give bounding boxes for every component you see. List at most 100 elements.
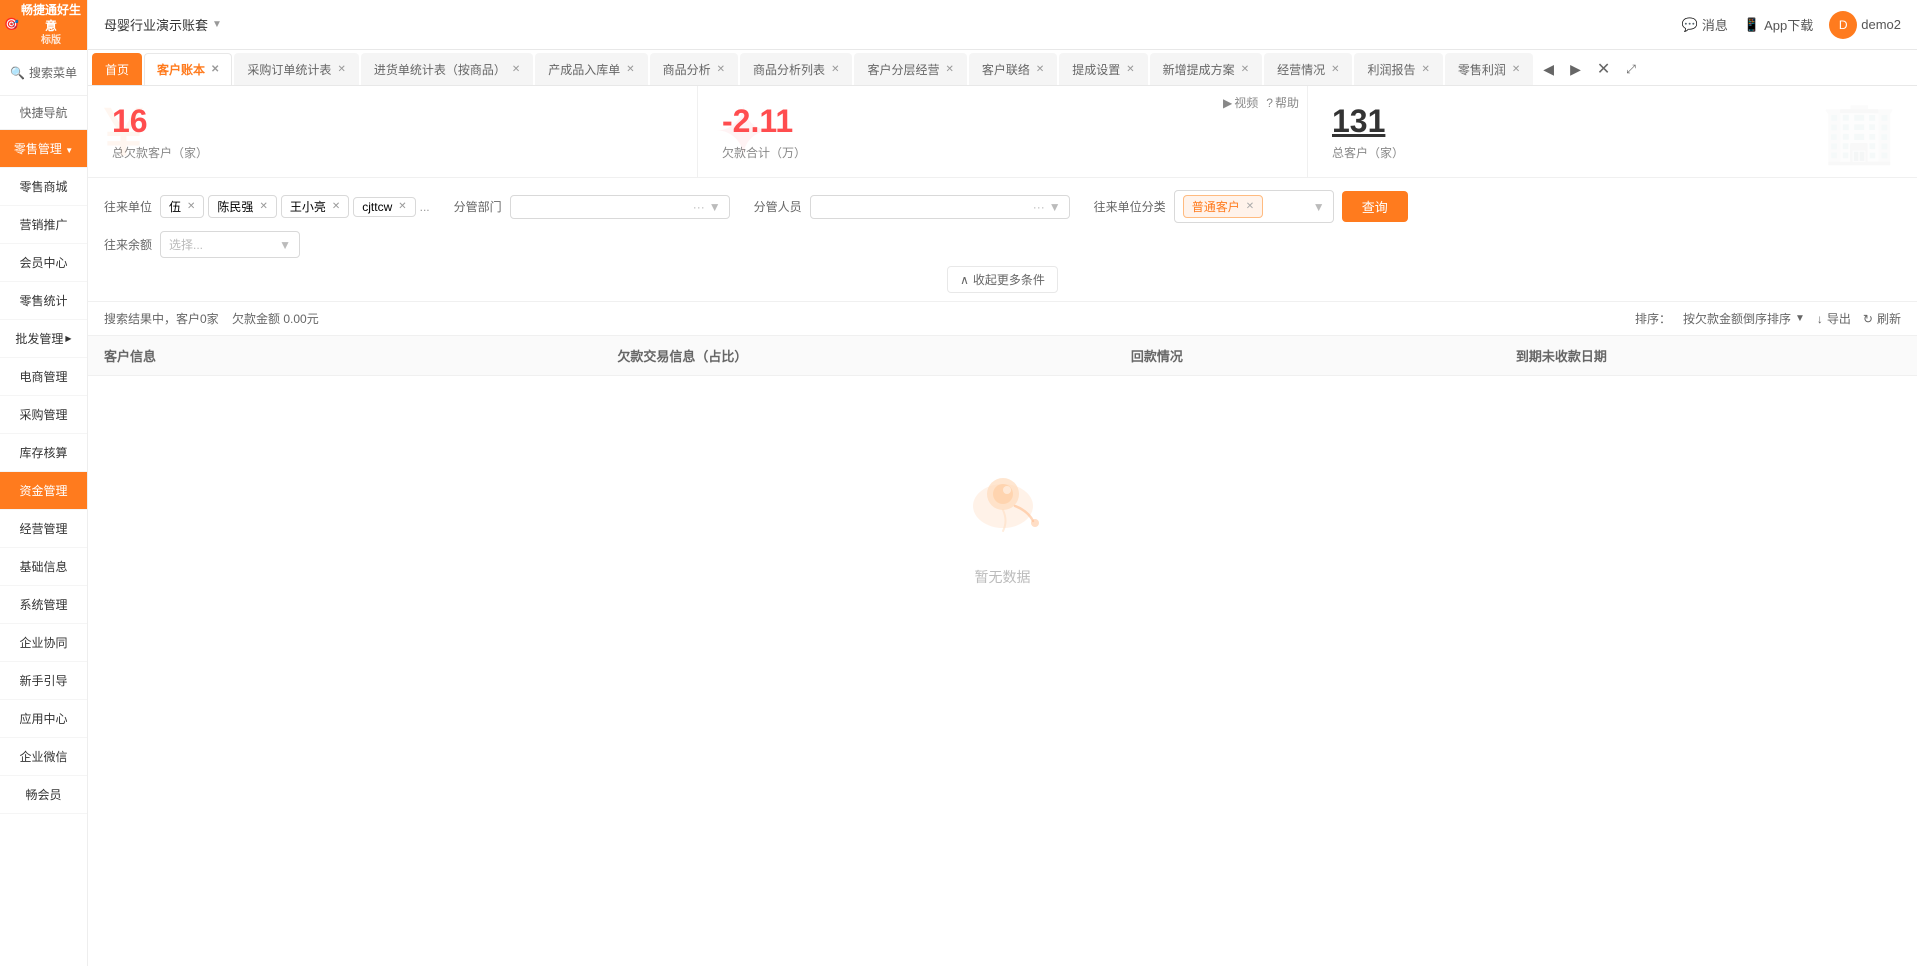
help-label: 帮助 (1275, 94, 1299, 111)
filter-more-button[interactable]: ... (420, 200, 430, 214)
stats-bar: ¥ 16 总欠款客户（家） ✦ ▶ 视频 ? 帮助 -2.11 欠款合计 (88, 86, 1917, 178)
video-help-link[interactable]: ▶ 视频 (1223, 94, 1258, 111)
collapse-button[interactable]: ∧ 收起更多条件 (947, 266, 1058, 293)
tab-close-retail-profit[interactable]: ✕ (1512, 65, 1520, 75)
tab-close-customer-connect[interactable]: ✕ (1036, 65, 1044, 75)
tab-product-in[interactable]: 产成品入库单 ✕ (535, 53, 647, 85)
help-link[interactable]: ? 帮助 (1266, 94, 1299, 111)
tab-profit-report[interactable]: 利润报告 ✕ (1354, 53, 1442, 85)
chevron-up-icon: ∧ (960, 273, 969, 287)
export-button[interactable]: ↓ 导出 (1817, 310, 1851, 327)
query-button[interactable]: 查询 (1342, 191, 1408, 222)
tab-close-customer-tier[interactable]: ✕ (945, 65, 953, 75)
tag-close-1[interactable]: ✕ (187, 201, 195, 212)
chevron-down-icon: ▼ (65, 146, 73, 155)
tab-customer-account[interactable]: 客户账本 ✕ (144, 53, 232, 85)
filter-area: 往来单位 伍 ✕ 陈民强 ✕ 王小亮 ✕ cjttcw (88, 178, 1917, 302)
tab-close-new-promotion[interactable]: ✕ (1241, 65, 1249, 75)
tab-close-purchase-order[interactable]: ✕ (337, 65, 345, 75)
tab-goods-analysis-list[interactable]: 商品分析列表 ✕ (740, 53, 852, 85)
tab-stock-in[interactable]: 进货单统计表（按商品） ✕ (361, 53, 533, 85)
sidebar-item-member[interactable]: 会员中心 (0, 244, 87, 282)
sidebar-search-area[interactable]: 🔍 搜索菜单 (0, 50, 87, 96)
filter-tag-unit-2[interactable]: 陈民强 ✕ (208, 195, 276, 218)
search-menu-label: 搜索菜单 (29, 64, 77, 81)
unit-type-close[interactable]: ✕ (1246, 201, 1254, 212)
chevron-down-icon-person: ▼ (1049, 200, 1061, 214)
stat-all-customers: 🏢 131 总客户（家） (1308, 86, 1917, 177)
sidebar-item-finance[interactable]: 资金管理 (0, 472, 87, 510)
sidebar-item-ecommerce[interactable]: 电商管理 (0, 358, 87, 396)
filter-row-1: 往来单位 伍 ✕ 陈民强 ✕ 王小亮 ✕ cjttcw (104, 190, 1901, 223)
refresh-button[interactable]: ↻ 刷新 (1863, 310, 1901, 327)
tag-text-2: 陈民强 (217, 198, 253, 215)
sidebar-item-basic-info[interactable]: 基础信息 (0, 548, 87, 586)
filter-tag-unit-3[interactable]: 王小亮 ✕ (281, 195, 349, 218)
user-profile[interactable]: D demo2 (1829, 11, 1901, 39)
balance-placeholder: 选择... (169, 236, 203, 253)
tab-new-promotion[interactable]: 新增提成方案 ✕ (1150, 53, 1262, 85)
tab-nav-left[interactable]: ◀ (1535, 53, 1562, 85)
tab-close-all[interactable]: ✕ (1589, 53, 1618, 85)
tab-close-business-status[interactable]: ✕ (1331, 65, 1339, 75)
search-menu-button[interactable]: 🔍 搜索菜单 (8, 60, 79, 85)
sidebar-item-marketing[interactable]: 营销推广 (0, 206, 87, 244)
unit-type-text: 普通客户 (1192, 198, 1240, 215)
retail-shop-label: 零售商城 (19, 180, 67, 194)
sidebar-item-wholesale[interactable]: 批发管理 ▶ (0, 320, 87, 358)
sidebar-item-system[interactable]: 系统管理 (0, 586, 87, 624)
app-download-button[interactable]: 📱 App下载 (1744, 15, 1813, 34)
sidebar-item-wecom[interactable]: 企业微信 (0, 738, 87, 776)
sidebar-item-purchase[interactable]: 采购管理 (0, 396, 87, 434)
unit-type-selected-tag[interactable]: 普通客户 ✕ (1183, 195, 1263, 218)
tag-close-2[interactable]: ✕ (259, 201, 267, 212)
tab-customer-connect[interactable]: 客户联络 ✕ (969, 53, 1057, 85)
chevron-down-icon-sort: ▼ (1795, 313, 1805, 324)
tab-close-promotion-settings[interactable]: ✕ (1126, 65, 1134, 75)
filter-tag-unit-4[interactable]: cjttcw ✕ (353, 197, 415, 217)
tag-close-4[interactable]: ✕ (398, 201, 406, 212)
sidebar-item-enterprise[interactable]: 企业协同 (0, 624, 87, 662)
tab-close-profit-report[interactable]: ✕ (1422, 65, 1430, 75)
sidebar-item-quick-nav[interactable]: 快捷导航 (0, 96, 87, 130)
sidebar-item-retail[interactable]: 零售管理 ▼ (0, 130, 87, 168)
tab-goods-analysis[interactable]: 商品分析 ✕ (650, 53, 738, 85)
tab-close-customer-account[interactable]: ✕ (211, 65, 219, 75)
filter-unit-type-dropdown[interactable]: 普通客户 ✕ ▼ (1174, 190, 1334, 223)
tab-purchase-order[interactable]: 采购订单统计表 ✕ (234, 53, 358, 85)
tag-close-3[interactable]: ✕ (332, 201, 340, 212)
sidebar-item-app-center[interactable]: 应用中心 (0, 700, 87, 738)
tab-close-goods-analysis-list[interactable]: ✕ (831, 65, 839, 75)
dept-clear-icon[interactable]: ··· (693, 200, 705, 214)
help-icon: ? (1266, 96, 1273, 110)
app-title: 畅捷通好生意 (19, 3, 83, 34)
col-payment: 回款情况 (1131, 346, 1516, 365)
filter-dept-dropdown[interactable]: ··· ▼ (510, 195, 730, 219)
tab-maximize[interactable]: ⤢ (1618, 53, 1644, 85)
tab-nav-right[interactable]: ▶ (1562, 53, 1589, 85)
filter-balance-dropdown[interactable]: 选择... ▼ (160, 231, 300, 258)
tab-close-stock-in[interactable]: ✕ (512, 65, 520, 75)
operation-label: 经营管理 (19, 522, 67, 536)
sidebar-item-retail-shop[interactable]: 零售商城 (0, 168, 87, 206)
message-button[interactable]: 💬 消息 (1682, 15, 1728, 34)
empty-state: 暂无数据 (88, 376, 1917, 667)
sidebar-item-inventory[interactable]: 库存核算 (0, 434, 87, 472)
tab-retail-profit[interactable]: 零售利润 ✕ (1445, 53, 1533, 85)
tab-close-product-in[interactable]: ✕ (626, 65, 634, 75)
refresh-label: 刷新 (1877, 310, 1901, 327)
sidebar-item-vip[interactable]: 畅会员 (0, 776, 87, 814)
sidebar-item-operation[interactable]: 经营管理 (0, 510, 87, 548)
tab-business-status[interactable]: 经营情况 ✕ (1264, 53, 1352, 85)
person-clear-icon[interactable]: ··· (1033, 200, 1045, 214)
tab-home[interactable]: 首页 (92, 53, 142, 85)
tab-close-goods-analysis[interactable]: ✕ (717, 65, 725, 75)
sort-control[interactable]: 按欠款金额倒序排序 ▼ (1683, 310, 1805, 327)
sidebar-item-retail-stats[interactable]: 零售统计 (0, 282, 87, 320)
industry-selector[interactable]: 母婴行业演示账套 ▼ (104, 15, 222, 34)
filter-person-dropdown[interactable]: ··· ▼ (810, 195, 1070, 219)
tab-customer-tier[interactable]: 客户分层经营 ✕ (854, 53, 966, 85)
tab-promotion-settings[interactable]: 提成设置 ✕ (1059, 53, 1147, 85)
filter-tag-unit-1[interactable]: 伍 ✕ (160, 195, 204, 218)
sidebar-item-guide[interactable]: 新手引导 (0, 662, 87, 700)
